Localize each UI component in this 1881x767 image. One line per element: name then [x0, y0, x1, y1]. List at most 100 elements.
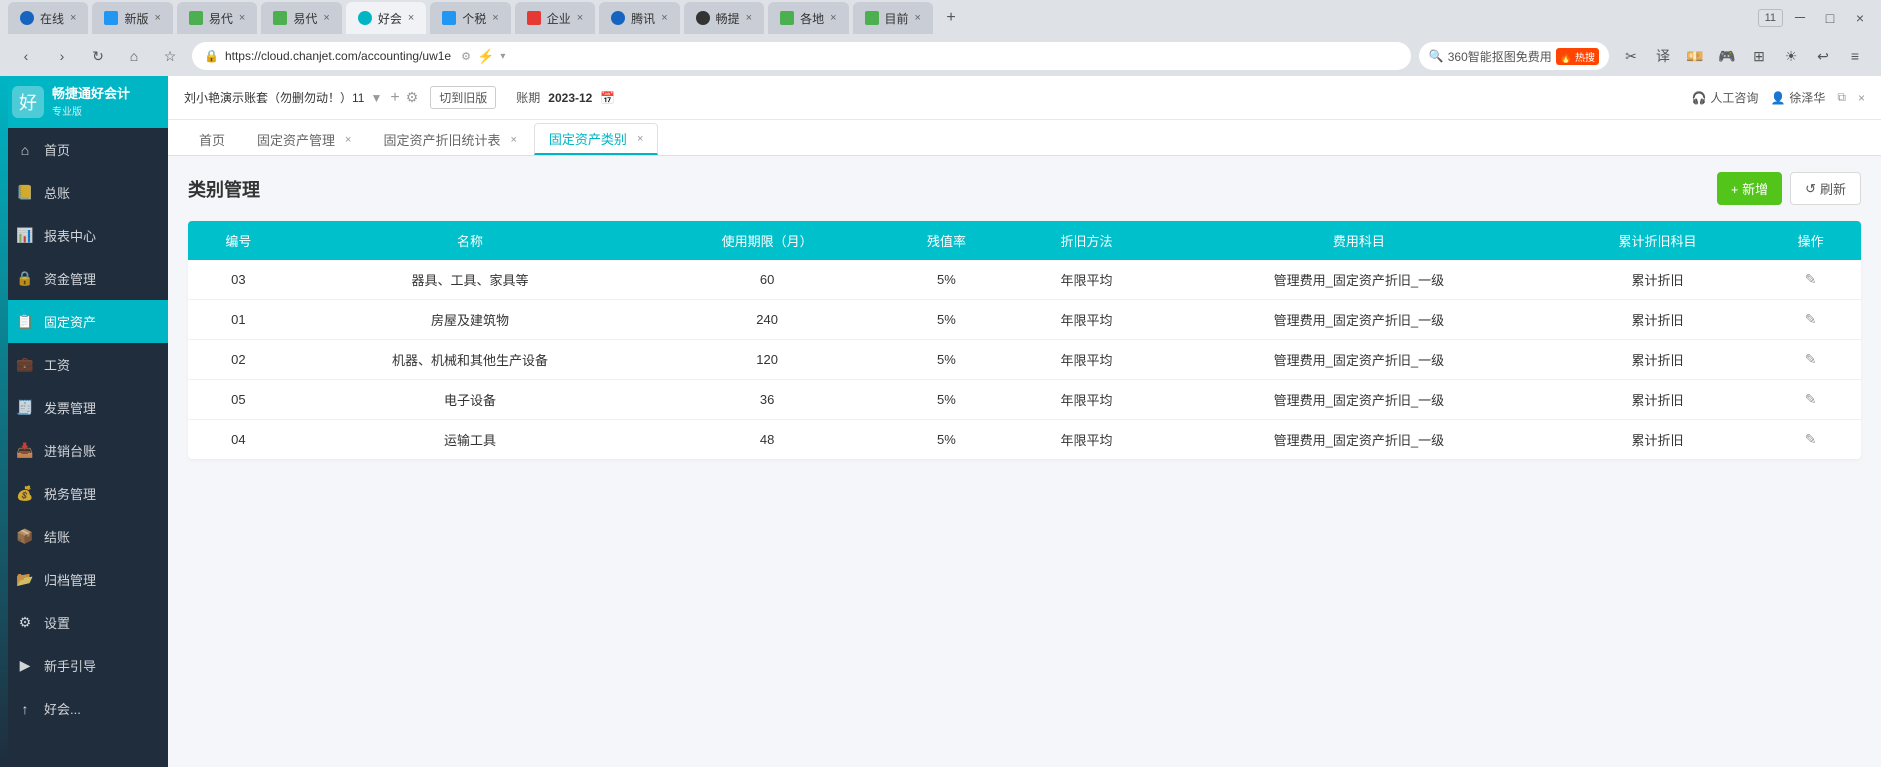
scissors-icon[interactable]: ✂: [1617, 42, 1645, 70]
browser-tab-4[interactable]: 易代 ×: [261, 2, 341, 34]
wallet-icon[interactable]: 💴: [1681, 42, 1709, 70]
browser-tab-9[interactable]: 畅提 ×: [684, 2, 764, 34]
sidebar-item-tax[interactable]: 💰 税务管理: [0, 472, 168, 515]
consult-button[interactable]: 🎧 人工咨询: [1691, 89, 1758, 106]
sidebar-item-fixed-assets[interactable]: 📋 固定资产: [0, 300, 168, 343]
cell-action-2[interactable]: ✎: [1760, 300, 1861, 340]
edit-icon-3[interactable]: ✎: [1805, 351, 1817, 367]
sidebar-item-inventory[interactable]: 📥 进销台账: [0, 429, 168, 472]
game-icon[interactable]: 🎮: [1713, 42, 1741, 70]
new-tab-button[interactable]: +: [937, 4, 965, 32]
tab-home[interactable]: 首页: [184, 123, 240, 155]
edit-icon-4[interactable]: ✎: [1805, 391, 1817, 407]
sidebar-item-checkout[interactable]: 📦 结账: [0, 515, 168, 558]
brightness-icon[interactable]: ☀: [1777, 42, 1805, 70]
cell-expense-2: 管理费用_固定资产折旧_一级: [1163, 300, 1555, 340]
fixed-assets-icon: 📋: [16, 313, 34, 331]
tab-close-7[interactable]: ×: [577, 12, 583, 24]
period-info: 账期 2023-12 📅: [516, 89, 615, 106]
site-info-icon[interactable]: ⚙: [461, 50, 471, 63]
address-dropdown-icon[interactable]: ▾: [500, 51, 505, 62]
browser-tab-6[interactable]: 个税 ×: [430, 2, 510, 34]
search-bar[interactable]: 🔍 360智能抠图免费用 🔥 热搜: [1419, 42, 1609, 70]
tab-close-3[interactable]: ×: [239, 12, 245, 24]
user-avatar[interactable]: 👤 徐泽华: [1770, 89, 1825, 106]
tab-close-5[interactable]: ×: [408, 12, 414, 24]
reload-button[interactable]: ↻: [84, 42, 112, 70]
cell-dep-account-3: 累计折旧: [1555, 340, 1760, 380]
address-text: https://cloud.chanjet.com/accounting/uw1…: [225, 49, 451, 63]
tab-close-11[interactable]: ×: [915, 12, 921, 24]
browser-tab-7[interactable]: 企业 ×: [515, 2, 595, 34]
tab-depreciation-stat[interactable]: 固定资产折旧统计表 ×: [368, 123, 531, 155]
grid-icon[interactable]: ⊞: [1745, 42, 1773, 70]
browser-tab-8[interactable]: 腾讯 ×: [599, 2, 679, 34]
sidebar-label-funds: 资金管理: [44, 269, 96, 288]
refresh-button[interactable]: ↺ 刷新: [1790, 172, 1861, 205]
forward-button[interactable]: ›: [48, 42, 76, 70]
tab-close-6[interactable]: ×: [492, 12, 498, 24]
account-settings-icon[interactable]: ⚙: [406, 89, 419, 106]
browser-tab-2[interactable]: 新版 ×: [92, 2, 172, 34]
sidebar-item-ledger[interactable]: 📒 总账: [0, 171, 168, 214]
sidebar-item-archive[interactable]: 📂 归档管理: [0, 558, 168, 601]
tab-category-close[interactable]: ×: [637, 133, 643, 145]
edit-icon-2[interactable]: ✎: [1805, 311, 1817, 327]
tab-close-8[interactable]: ×: [661, 12, 667, 24]
add-account-button[interactable]: +: [390, 89, 399, 107]
tab-category[interactable]: 固定资产类别 ×: [534, 123, 658, 155]
calendar-icon[interactable]: 📅: [600, 91, 615, 105]
tab-close-10[interactable]: ×: [830, 12, 836, 24]
tab-close-1[interactable]: ×: [70, 12, 76, 24]
browser-tab-5[interactable]: 好会 ×: [346, 2, 426, 34]
cell-action-1[interactable]: ✎: [1760, 260, 1861, 300]
browser-tab-11[interactable]: 目前 ×: [853, 2, 933, 34]
content-window-close[interactable]: ×: [1858, 91, 1865, 105]
cell-expense-3: 管理费用_固定资产折旧_一级: [1163, 340, 1555, 380]
window-restore-btn[interactable]: □: [1817, 5, 1843, 31]
sidebar-item-guide[interactable]: ▶ 新手引导: [0, 644, 168, 687]
tab-depreciation-close[interactable]: ×: [510, 134, 516, 146]
bookmark-button[interactable]: ☆: [156, 42, 184, 70]
cell-action-5[interactable]: ✎: [1760, 420, 1861, 460]
cell-action-3[interactable]: ✎: [1760, 340, 1861, 380]
content-window-restore[interactable]: ⧉: [1837, 90, 1846, 105]
sidebar-item-settings[interactable]: ⚙ 设置: [0, 601, 168, 644]
sidebar-item-reports[interactable]: 📊 报表中心: [0, 214, 168, 257]
home-button[interactable]: ⌂: [120, 42, 148, 70]
tab-asset-mgmt-label: 固定资产管理: [257, 130, 335, 149]
address-bar[interactable]: 🔒 https://cloud.chanjet.com/accounting/u…: [192, 42, 1411, 70]
tab-close-2[interactable]: ×: [154, 12, 160, 24]
sidebar-item-payroll[interactable]: 💼 工资: [0, 343, 168, 386]
tab-asset-mgmt-close[interactable]: ×: [345, 134, 351, 146]
translate-icon[interactable]: 译: [1649, 42, 1677, 70]
window-close-btn[interactable]: ×: [1847, 5, 1873, 31]
history-icon[interactable]: ↩: [1809, 42, 1837, 70]
sidebar-label-tax: 税务管理: [44, 484, 96, 503]
edit-icon-5[interactable]: ✎: [1805, 431, 1817, 447]
back-button[interactable]: ‹: [12, 42, 40, 70]
col-residual: 残值率: [883, 221, 1010, 260]
user-dropdown-icon[interactable]: ▼: [370, 91, 382, 105]
tab-asset-management[interactable]: 固定资产管理 ×: [242, 123, 366, 155]
main-content: 刘小艳演示账套（勿删勿动！）11 ▼ + ⚙ 切到旧版 账期 2023-12 📅…: [168, 76, 1881, 767]
tab-close-4[interactable]: ×: [323, 12, 329, 24]
headset-icon: 🎧: [1691, 91, 1706, 105]
edit-icon-1[interactable]: ✎: [1805, 271, 1817, 287]
switch-version-button[interactable]: 切到旧版: [430, 86, 496, 109]
tab-close-9[interactable]: ×: [746, 12, 752, 24]
add-button[interactable]: + 新增: [1717, 172, 1782, 205]
sidebar-item-funds[interactable]: 🔒 资金管理: [0, 257, 168, 300]
browser-tab-10[interactable]: 各地 ×: [768, 2, 848, 34]
sidebar-item-invoice[interactable]: 🧾 发票管理: [0, 386, 168, 429]
window-minimize-btn[interactable]: －: [1787, 5, 1813, 31]
sidebar-label-checkout: 结账: [44, 527, 70, 546]
menu-icon[interactable]: ≡: [1841, 42, 1869, 70]
tab-label-2: 新版: [124, 10, 148, 27]
cell-action-4[interactable]: ✎: [1760, 380, 1861, 420]
sidebar-item-more[interactable]: ↑ 好会...: [0, 687, 168, 730]
browser-tab-1[interactable]: 在线 ×: [8, 2, 88, 34]
sidebar-item-home[interactable]: ⌂ 首页: [0, 128, 168, 171]
lightning-icon[interactable]: ⚡: [477, 48, 494, 65]
browser-tab-3[interactable]: 易代 ×: [177, 2, 257, 34]
